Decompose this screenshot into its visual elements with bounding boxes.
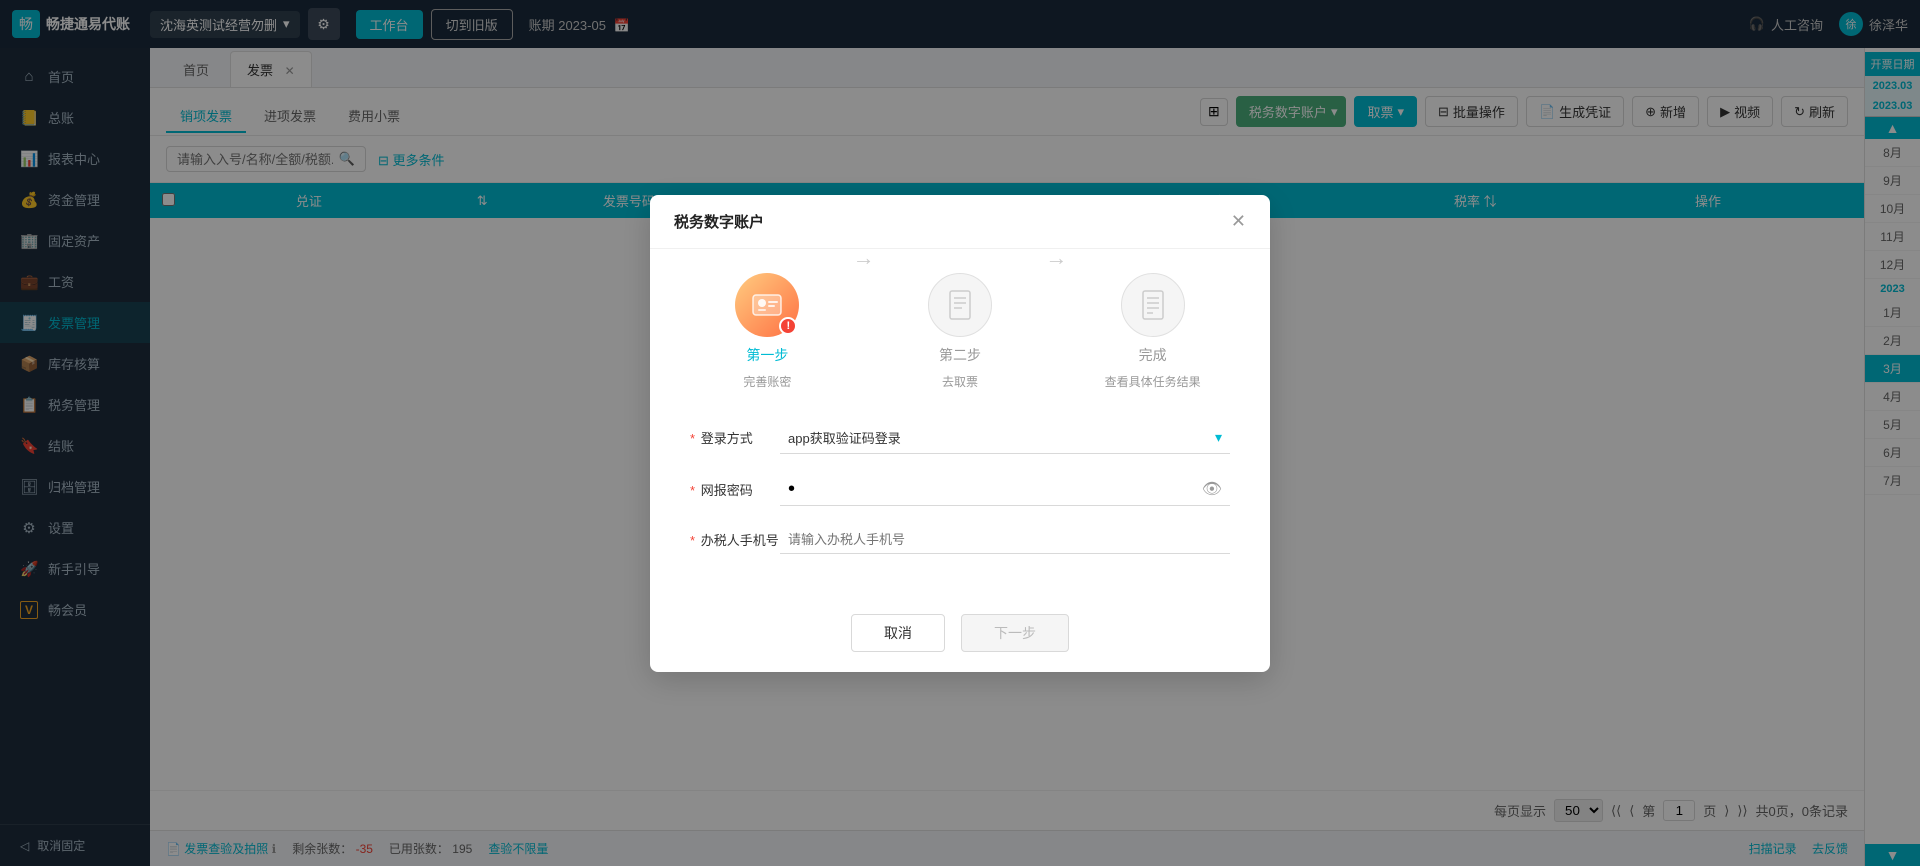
step3-desc: 查看具体任务结果 (1105, 373, 1201, 390)
checklist-icon (1137, 289, 1169, 321)
modal-close-button[interactable]: ✕ (1231, 211, 1246, 232)
modal-form: * 登录方式 app获取验证码登录 ▾ * 网报密码 (690, 422, 1230, 554)
password-input[interactable] (780, 474, 1194, 505)
person-card-icon (751, 289, 783, 321)
cancel-button[interactable]: 取消 (851, 614, 945, 652)
step3-circle (1121, 273, 1185, 337)
step-2: 第二步 去取票 (883, 273, 1038, 390)
step1-desc: 完善账密 (743, 373, 791, 390)
password-toggle-icon[interactable]: 👁 (1194, 479, 1230, 499)
step1-icon-wrap: ! (735, 273, 799, 337)
step1-badge: ! (779, 317, 797, 335)
login-method-label: * 登录方式 (690, 428, 780, 447)
step-3: 完成 查看具体任务结果 (1075, 273, 1230, 390)
password-field-wrap: 👁 (780, 474, 1230, 506)
step-arrow-1: → (845, 245, 883, 271)
modal-body: ! 第一步 完善账密 → (650, 249, 1270, 598)
login-method-select[interactable]: app获取验证码登录 ▾ (780, 422, 1230, 454)
step-arrow-2: → (1037, 245, 1075, 271)
select-arrow-icon: ▾ (1215, 429, 1222, 446)
step-1: ! 第一步 完善账密 (690, 273, 845, 390)
modal-overlay: 税务数字账户 ✕ (0, 0, 1920, 866)
modal-title: 税务数字账户 (674, 211, 764, 232)
step3-label: 完成 (1139, 345, 1167, 365)
modal-footer: 取消 下一步 (650, 598, 1270, 652)
phone-row: * 办税人手机号 (690, 526, 1230, 554)
step2-icon-wrap (928, 273, 992, 337)
tax-account-modal: 税务数字账户 ✕ (650, 195, 1270, 672)
steps-container: ! 第一步 完善账密 → (690, 273, 1230, 390)
step2-circle (928, 273, 992, 337)
password-label: * 网报密码 (690, 480, 780, 499)
login-method-row: * 登录方式 app获取验证码登录 ▾ (690, 422, 1230, 454)
step2-desc: 去取票 (942, 373, 978, 390)
step2-label: 第二步 (939, 345, 981, 365)
phone-input[interactable] (780, 526, 1230, 554)
document-icon (944, 289, 976, 321)
modal-header: 税务数字账户 ✕ (650, 195, 1270, 249)
next-button[interactable]: 下一步 (961, 614, 1069, 652)
password-row: * 网报密码 👁 (690, 474, 1230, 506)
phone-label: * 办税人手机号 (690, 530, 780, 549)
step3-icon-wrap (1121, 273, 1185, 337)
step1-label: 第一步 (746, 345, 788, 365)
